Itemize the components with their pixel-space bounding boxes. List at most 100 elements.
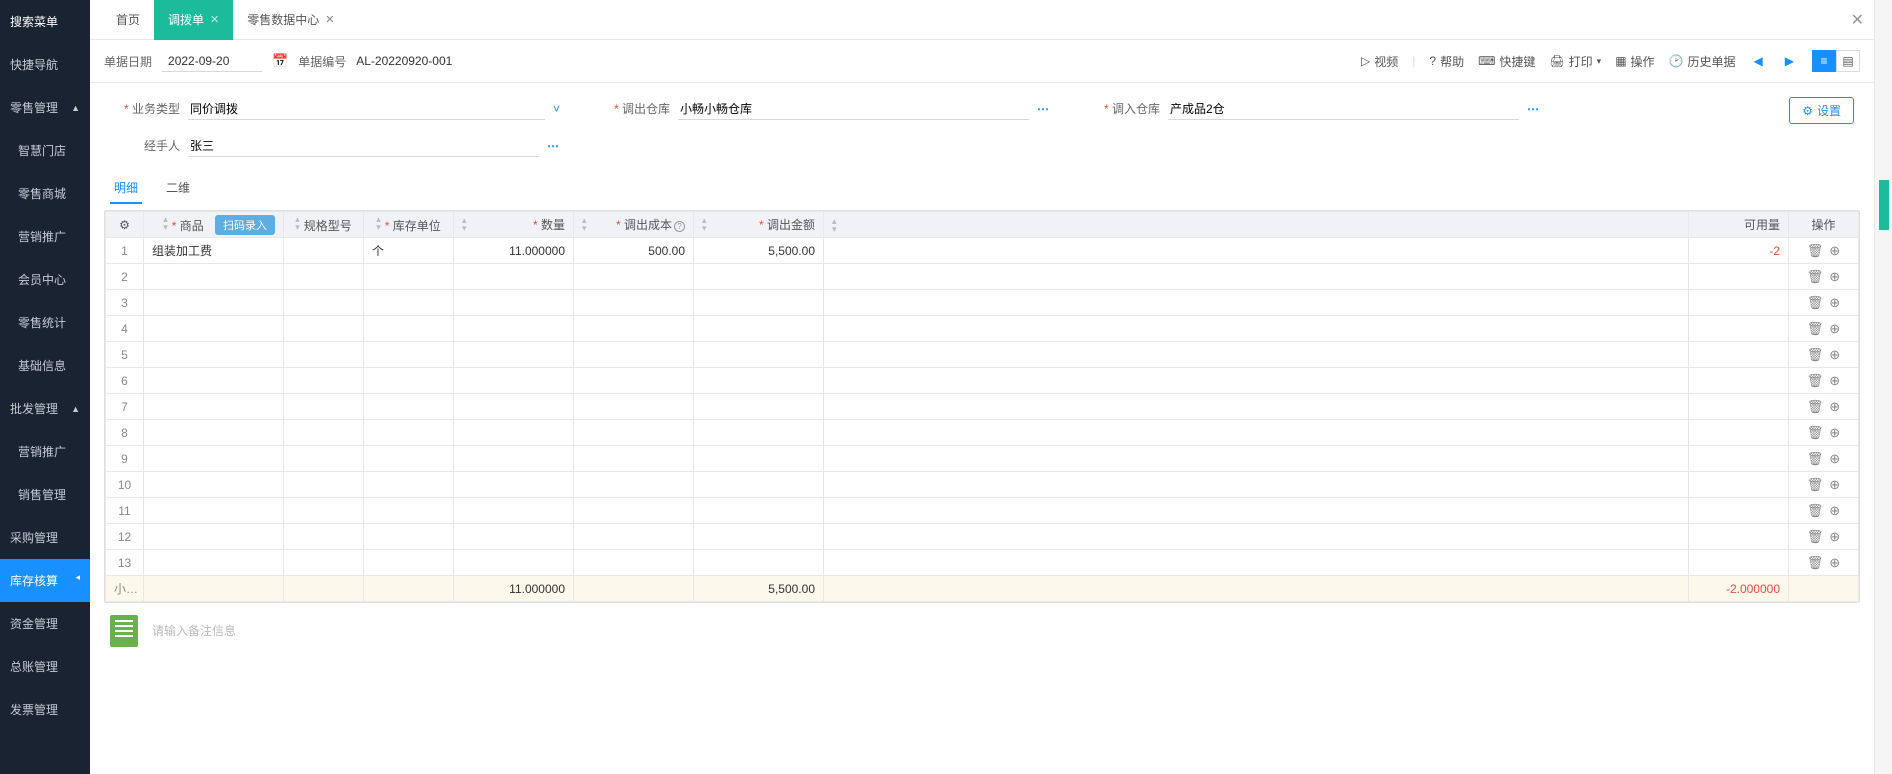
lookup-icon[interactable]: ⋯ — [547, 139, 560, 153]
delete-row-icon[interactable]: 🗑 — [1804, 269, 1827, 284]
sidebar-item-库存核算[interactable]: 库存核算◂ — [0, 559, 90, 602]
sidebar-item-营销推广[interactable]: 营销推广 — [0, 215, 90, 258]
delete-row-icon[interactable]: 🗑 — [1804, 425, 1827, 440]
close-icon[interactable]: ✕ — [210, 13, 219, 26]
table-row[interactable]: 2🗑⊕ — [106, 264, 1859, 290]
delete-row-icon[interactable]: 🗑 — [1804, 451, 1827, 466]
delete-row-icon[interactable]: 🗑 — [1804, 529, 1827, 544]
biz-type-input[interactable] — [188, 97, 545, 120]
sidebar-item-基础信息[interactable]: 基础信息 — [0, 344, 90, 387]
sidebar-item-会员中心[interactable]: 会员中心 — [0, 258, 90, 301]
table-row[interactable]: 8🗑⊕ — [106, 420, 1859, 446]
settings-button[interactable]: ⚙设置 — [1789, 97, 1854, 124]
prev-doc-button[interactable]: ◀ — [1750, 54, 1767, 68]
table-row[interactable]: 4🗑⊕ — [106, 316, 1859, 342]
table-row[interactable]: 12🗑⊕ — [106, 524, 1859, 550]
add-row-icon[interactable]: ⊕ — [1826, 529, 1843, 544]
doc-date-input[interactable]: 2022-09-20 — [162, 51, 262, 72]
table-row[interactable]: 7🗑⊕ — [106, 394, 1859, 420]
col-spec[interactable]: ▴▾规格型号 — [284, 212, 364, 238]
add-row-icon[interactable]: ⊕ — [1826, 347, 1843, 362]
subtab-二维[interactable]: 二维 — [162, 173, 194, 204]
add-row-icon[interactable]: ⊕ — [1826, 451, 1843, 466]
delete-row-icon[interactable]: 🗑 — [1804, 399, 1827, 414]
sidebar-item-总账管理[interactable]: 总账管理 — [0, 645, 90, 688]
table-row[interactable]: 6🗑⊕ — [106, 368, 1859, 394]
table-row[interactable]: 13🗑⊕ — [106, 550, 1859, 576]
out-wh-input[interactable] — [678, 97, 1029, 120]
delete-row-icon[interactable]: 🗑 — [1804, 347, 1827, 362]
delete-row-icon[interactable]: 🗑 — [1804, 321, 1827, 336]
operate-link[interactable]: ▦操作 — [1615, 53, 1654, 70]
sidebar-item-销售管理[interactable]: 销售管理 — [0, 473, 90, 516]
add-row-icon[interactable]: ⊕ — [1826, 321, 1843, 336]
chevron-down-icon[interactable]: ˅ — [553, 102, 560, 116]
add-row-icon[interactable]: ⊕ — [1826, 477, 1843, 492]
remark-input[interactable] — [152, 624, 1854, 638]
in-wh-input[interactable] — [1168, 97, 1519, 120]
add-row-icon[interactable]: ⊕ — [1826, 555, 1843, 570]
side-handle[interactable] — [1879, 180, 1889, 230]
delete-row-icon[interactable]: 🗑 — [1804, 477, 1827, 492]
print-link[interactable]: 🖨打印▾ — [1549, 53, 1601, 70]
delete-row-icon[interactable]: 🗑 — [1804, 295, 1827, 310]
delete-row-icon[interactable]: 🗑 — [1804, 373, 1827, 388]
table-row[interactable]: 5🗑⊕ — [106, 342, 1859, 368]
col-product[interactable]: ▴▾商品扫码录入 — [144, 212, 284, 238]
sidebar-item-发票管理[interactable]: 发票管理 — [0, 688, 90, 731]
sidebar-item-零售管理[interactable]: 零售管理▲ — [0, 86, 90, 129]
video-link[interactable]: ▷视频 — [1361, 53, 1398, 70]
lookup-icon[interactable]: ⋯ — [1527, 102, 1540, 116]
lookup-icon[interactable]: ⋯ — [1037, 102, 1050, 116]
sidebar-item-零售商城[interactable]: 零售商城 — [0, 172, 90, 215]
sidebar-item-零售统计[interactable]: 零售统计 — [0, 301, 90, 344]
add-row-icon[interactable]: ⊕ — [1826, 425, 1843, 440]
delete-row-icon[interactable]: 🗑 — [1804, 243, 1827, 258]
col-out-amount[interactable]: ▴▾调出金额 — [694, 212, 824, 238]
table-row[interactable]: 11🗑⊕ — [106, 498, 1859, 524]
scan-entry-button[interactable]: 扫码录入 — [215, 215, 275, 235]
table-row[interactable]: 9🗑⊕ — [106, 446, 1859, 472]
table-row[interactable]: 10🗑⊕ — [106, 472, 1859, 498]
help-link[interactable]: ?帮助 — [1429, 53, 1464, 70]
table-settings-button[interactable]: ⚙ — [106, 212, 144, 238]
table-row[interactable]: 1组装加工费个11.000000500.005,500.00-2🗑⊕ — [106, 238, 1859, 264]
next-doc-button[interactable]: ▶ — [1781, 54, 1798, 68]
sidebar-item-智慧门店[interactable]: 智慧门店 — [0, 129, 90, 172]
handler-input[interactable] — [188, 134, 539, 157]
subtab-明细[interactable]: 明细 — [110, 173, 142, 204]
col-unit[interactable]: ▴▾库存单位 — [364, 212, 454, 238]
subtotal-row: 小计 11.000000 5,500.00 -2.000000 — [106, 576, 1859, 602]
add-row-icon[interactable]: ⊕ — [1826, 373, 1843, 388]
shortcut-link[interactable]: ⌨快捷键 — [1478, 53, 1535, 70]
table-row[interactable]: 3🗑⊕ — [106, 290, 1859, 316]
add-row-icon[interactable]: ⊕ — [1826, 295, 1843, 310]
tab-调拨单[interactable]: 调拨单✕ — [154, 0, 233, 40]
close-all-tabs-icon[interactable]: ✕ — [1851, 10, 1864, 30]
sidebar-item-批发管理[interactable]: 批发管理▲ — [0, 387, 90, 430]
delete-row-icon[interactable]: 🗑 — [1804, 555, 1827, 570]
add-row-icon[interactable]: ⊕ — [1826, 399, 1843, 414]
col-qty[interactable]: ▴▾数量 — [454, 212, 574, 238]
add-row-icon[interactable]: ⊕ — [1826, 243, 1843, 258]
view-list-button[interactable]: ≡ — [1812, 50, 1836, 72]
sidebar-item-采购管理[interactable]: 采购管理 — [0, 516, 90, 559]
sidebar-item-快捷导航[interactable]: 快捷导航 — [0, 43, 90, 86]
field-in-warehouse: 调入仓库 ⋯ — [1090, 97, 1540, 120]
sidebar-item-营销推广[interactable]: 营销推广 — [0, 430, 90, 473]
delete-row-icon[interactable]: 🗑 — [1804, 503, 1827, 518]
close-icon[interactable]: ✕ — [325, 13, 334, 26]
add-row-icon[interactable]: ⊕ — [1826, 269, 1843, 284]
tab-零售数据中心[interactable]: 零售数据中心✕ — [233, 0, 348, 40]
view-card-button[interactable]: ▤ — [1836, 50, 1860, 72]
history-link[interactable]: 🕑历史单据 — [1669, 53, 1736, 70]
calendar-icon[interactable]: 📅 — [272, 53, 288, 69]
col-available[interactable]: 可用量 — [1689, 212, 1789, 238]
col-out-cost[interactable]: ▴▾调出成本? — [574, 212, 694, 238]
tab-首页[interactable]: 首页 — [102, 0, 154, 40]
sidebar-item-资金管理[interactable]: 资金管理 — [0, 602, 90, 645]
info-icon[interactable]: ? — [674, 221, 685, 232]
add-row-icon[interactable]: ⊕ — [1826, 503, 1843, 518]
note-icon[interactable] — [110, 615, 138, 647]
sidebar-item-搜索菜单[interactable]: 搜索菜单 — [0, 0, 90, 43]
